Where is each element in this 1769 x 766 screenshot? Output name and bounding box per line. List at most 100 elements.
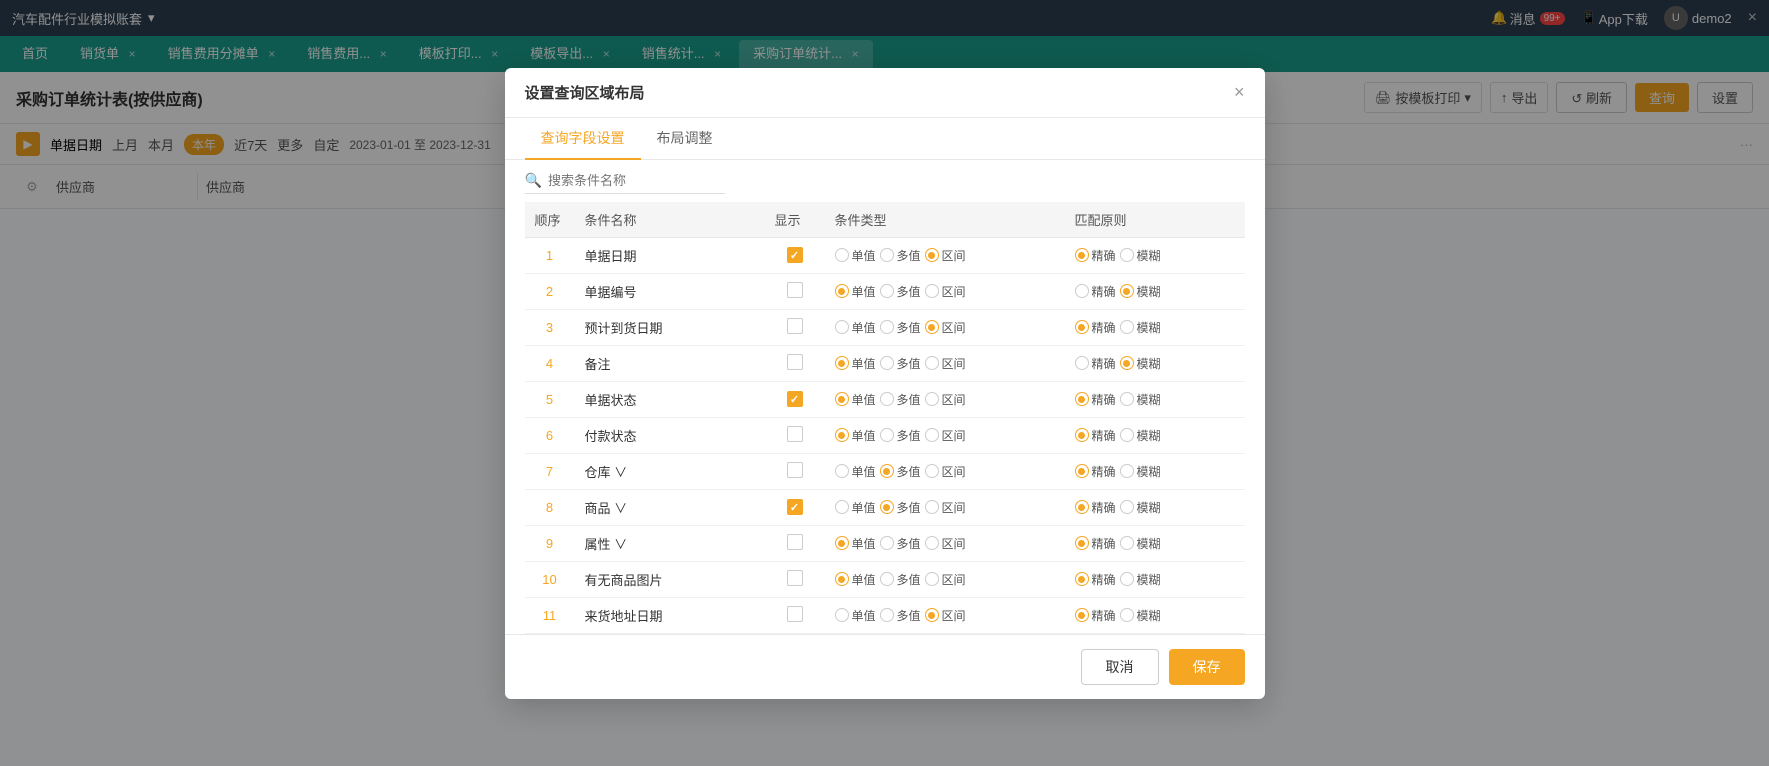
row-2-type-单值[interactable]: 单值 — [835, 319, 876, 336]
row-0-rule-精确[interactable]: 精确 — [1075, 247, 1116, 264]
row-2-name: 预计到货日期 — [575, 309, 765, 345]
row-2-type-区间[interactable]: 区间 — [925, 319, 966, 336]
row-3-rule-模糊[interactable]: 模糊 — [1120, 355, 1161, 372]
row-0-order: 1 — [525, 237, 575, 273]
row-6-type-单值[interactable]: 单值 — [835, 463, 876, 480]
row-10-type-radio-单值 — [835, 608, 849, 622]
row-6-show-checkbox[interactable] — [787, 462, 803, 478]
row-9-type-多值[interactable]: 多值 — [880, 571, 921, 588]
row-1-rule-模糊[interactable]: 模糊 — [1120, 283, 1161, 300]
row-10-rule-cell: 精确模糊 — [1065, 597, 1245, 633]
row-4-type-多值[interactable]: 多值 — [880, 391, 921, 408]
row-9-rule-模糊[interactable]: 模糊 — [1120, 571, 1161, 588]
save-button[interactable]: 保存 — [1169, 649, 1245, 685]
row-4-type-radio-区间 — [925, 392, 939, 406]
row-8-rule-模糊[interactable]: 模糊 — [1120, 535, 1161, 552]
table-row: 6付款状态单值多值区间精确模糊 — [525, 417, 1245, 453]
row-5-type-区间[interactable]: 区间 — [925, 427, 966, 444]
table-row: 4备注单值多值区间精确模糊 — [525, 345, 1245, 381]
row-0-type-多值[interactable]: 多值 — [880, 247, 921, 264]
row-6-rule-精确[interactable]: 精确 — [1075, 463, 1116, 480]
row-7-show-checkbox[interactable] — [787, 499, 803, 515]
row-0-type-区间[interactable]: 区间 — [925, 247, 966, 264]
row-9-type-区间[interactable]: 区间 — [925, 571, 966, 588]
row-3-show-checkbox[interactable] — [787, 354, 803, 370]
row-7-type-多值[interactable]: 多值 — [880, 499, 921, 516]
row-6-type-区间[interactable]: 区间 — [925, 463, 966, 480]
row-6-type-多值[interactable]: 多值 — [880, 463, 921, 480]
row-7-order: 8 — [525, 489, 575, 525]
row-7-rule-精确[interactable]: 精确 — [1075, 499, 1116, 516]
row-5-show-checkbox[interactable] — [787, 426, 803, 442]
dialog-tab-query-fields[interactable]: 查询字段设置 — [525, 118, 641, 160]
row-1-type-多值[interactable]: 多值 — [880, 283, 921, 300]
row-5-rule-精确[interactable]: 精确 — [1075, 427, 1116, 444]
row-10-rule-模糊[interactable]: 模糊 — [1120, 607, 1161, 624]
row-5-rule-模糊[interactable]: 模糊 — [1120, 427, 1161, 444]
row-7-type-label-多值: 多值 — [897, 499, 921, 516]
row-9-type-单值[interactable]: 单值 — [835, 571, 876, 588]
row-3-type-单值[interactable]: 单值 — [835, 355, 876, 372]
row-4-type-单值[interactable]: 单值 — [835, 391, 876, 408]
row-9-rule-精确[interactable]: 精确 — [1075, 571, 1116, 588]
row-10-rule-精确[interactable]: 精确 — [1075, 607, 1116, 624]
row-4-rule-模糊[interactable]: 模糊 — [1120, 391, 1161, 408]
row-9-show-checkbox[interactable] — [787, 570, 803, 586]
row-0-show-checkbox[interactable] — [787, 247, 803, 263]
col-header-order: 顺序 — [525, 202, 575, 238]
row-4-rule-精确[interactable]: 精确 — [1075, 391, 1116, 408]
row-7-type-区间[interactable]: 区间 — [925, 499, 966, 516]
row-8-type-区间[interactable]: 区间 — [925, 535, 966, 552]
row-10-type-单值[interactable]: 单值 — [835, 607, 876, 624]
row-1-type-单值[interactable]: 单值 — [835, 283, 876, 300]
row-5-type-多值[interactable]: 多值 — [880, 427, 921, 444]
row-10-type-多值[interactable]: 多值 — [880, 607, 921, 624]
row-0-type-单值[interactable]: 单值 — [835, 247, 876, 264]
dialog-tab-layout-adjust[interactable]: 布局调整 — [641, 118, 729, 160]
row-2-type-多值[interactable]: 多值 — [880, 319, 921, 336]
row-2-rule-radio-模糊 — [1120, 320, 1134, 334]
row-2-show-checkbox[interactable] — [787, 318, 803, 334]
row-2-type-group: 单值多值区间 — [835, 319, 1055, 336]
row-0-type-label-区间: 区间 — [942, 247, 966, 264]
row-4-type-label-单值: 单值 — [852, 391, 876, 408]
row-10-rule-radio-精确 — [1075, 608, 1089, 622]
row-3-type-区间[interactable]: 区间 — [925, 355, 966, 372]
row-1-type-group: 单值 多值区间 — [835, 283, 1055, 300]
row-3-type-label-单值: 单值 — [852, 355, 876, 372]
row-7-type-单值[interactable]: 单值 — [835, 499, 876, 516]
dialog-close-button[interactable]: × — [1234, 83, 1245, 101]
row-2-type-radio-区间 — [925, 320, 939, 334]
row-1-show-checkbox[interactable] — [787, 282, 803, 298]
row-10-show-checkbox[interactable] — [787, 606, 803, 622]
row-4-rule-radio-精确 — [1075, 392, 1089, 406]
table-row: 9属性 ∨单值多值区间精确模糊 — [525, 525, 1245, 561]
row-1-type-label-多值: 多值 — [897, 283, 921, 300]
row-6-type-cell: 单值多值区间 — [825, 453, 1065, 489]
row-8-type-单值[interactable]: 单值 — [835, 535, 876, 552]
row-1-rule-精确[interactable]: 精确 — [1075, 283, 1116, 300]
row-3-rule-精确[interactable]: 精确 — [1075, 355, 1116, 372]
row-5-type-单值[interactable]: 单值 — [835, 427, 876, 444]
search-input[interactable] — [548, 173, 708, 188]
row-6-rule-模糊[interactable]: 模糊 — [1120, 463, 1161, 480]
row-3-type-多值[interactable]: 多值 — [880, 355, 921, 372]
search-box: 🔍 — [525, 172, 725, 194]
row-8-rule-精确[interactable]: 精确 — [1075, 535, 1116, 552]
row-10-type-label-多值: 多值 — [897, 607, 921, 624]
row-0-rule-cell: 精确 模糊 — [1065, 237, 1245, 273]
row-10-type-区间[interactable]: 区间 — [925, 607, 966, 624]
row-0-rule-label-模糊: 模糊 — [1137, 247, 1161, 264]
row-1-type-区间[interactable]: 区间 — [925, 283, 966, 300]
row-2-rule-模糊[interactable]: 模糊 — [1120, 319, 1161, 336]
row-4-show-checkbox[interactable] — [787, 391, 803, 407]
row-7-rule-模糊[interactable]: 模糊 — [1120, 499, 1161, 516]
cancel-button[interactable]: 取消 — [1081, 649, 1159, 685]
row-4-type-区间[interactable]: 区间 — [925, 391, 966, 408]
row-0-rule-模糊[interactable]: 模糊 — [1120, 247, 1161, 264]
row-8-type-radio-单值 — [835, 536, 849, 550]
row-2-rule-精确[interactable]: 精确 — [1075, 319, 1116, 336]
row-8-show-checkbox[interactable] — [787, 534, 803, 550]
row-8-type-多值[interactable]: 多值 — [880, 535, 921, 552]
row-9-rule-radio-模糊 — [1120, 572, 1134, 586]
